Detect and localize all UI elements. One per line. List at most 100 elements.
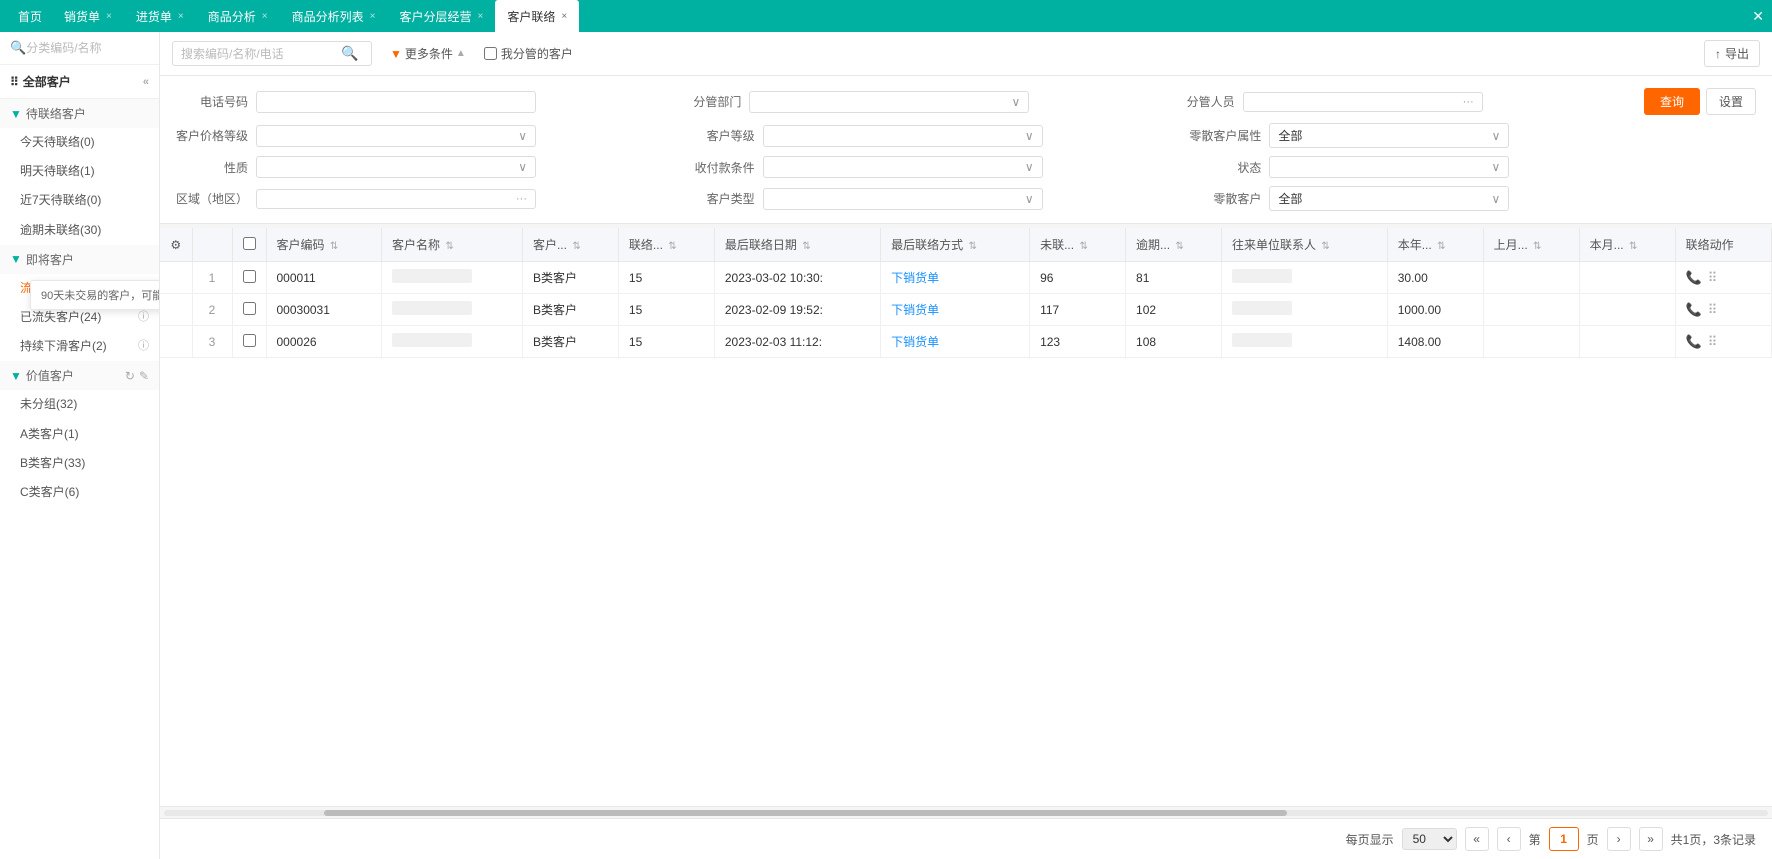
setting-btn[interactable]: 设置 [1706, 88, 1756, 115]
arrow-down-icon-3: ▼ [10, 369, 22, 383]
sidebar-item-declining[interactable]: 持续下滑客户(2) ⓘ [0, 332, 159, 361]
sidebar-search-input[interactable] [26, 41, 160, 55]
next-page-btn[interactable]: › [1607, 827, 1631, 851]
sidebar-all-customers[interactable]: ⠿ 全部客户 « [0, 65, 159, 99]
nature-select[interactable]: ∨ [256, 156, 536, 178]
zero-property-select[interactable]: 全部 ∨ [1269, 123, 1509, 148]
price-level-select[interactable]: ∨ [256, 125, 536, 147]
edit-icon-value[interactable]: ✎ [139, 369, 149, 383]
export-btn[interactable]: ↑ 导出 [1704, 40, 1760, 67]
row-checkbox-0[interactable] [232, 262, 266, 294]
last-page-btn[interactable]: » [1639, 827, 1663, 851]
my-customers-checkbox-area[interactable]: 我分管的客户 [484, 45, 573, 62]
customer-level-select[interactable]: ∨ [763, 125, 1043, 147]
region-select[interactable]: ··· [256, 189, 536, 209]
row-name-0 [382, 262, 523, 294]
horizontal-scrollbar[interactable] [160, 806, 1772, 818]
tab-sales[interactable]: 销货单 × [52, 0, 124, 32]
query-btn[interactable]: 查询 [1644, 88, 1700, 115]
customer-type-select[interactable]: ∨ [763, 188, 1043, 210]
sidebar-group-pending[interactable]: ▼ 待联络客户 [0, 99, 159, 128]
row-checkbox-2[interactable] [232, 326, 266, 358]
close-all-btn[interactable]: ✕ [1752, 8, 1764, 25]
action-contact-icon-2[interactable]: 📞 [1686, 334, 1702, 350]
zero-customer-select[interactable]: 全部 ∨ [1269, 186, 1509, 211]
this-year-column-header[interactable]: 本年... ⇅ [1387, 228, 1483, 262]
manager-select[interactable]: ··· [1243, 92, 1483, 112]
search-submit-icon[interactable]: 🔍 [341, 45, 358, 62]
close-goods-list-tab[interactable]: × [370, 11, 376, 22]
sidebar-item-overdue[interactable]: 逾期未联络(30) [0, 216, 159, 245]
sidebar-item-unclassified[interactable]: 未分组(32) [0, 390, 159, 419]
select-all-checkbox[interactable] [243, 237, 256, 250]
gear-column-header[interactable]: ⚙ [160, 228, 192, 262]
manager-more-btn[interactable]: ··· [1463, 96, 1474, 108]
action-more-icon-1[interactable]: ⠿ [1708, 302, 1718, 318]
sidebar-item-week[interactable]: 近7天待联络(0) [0, 186, 159, 215]
close-customer-segment-tab[interactable]: × [477, 11, 483, 22]
more-filter-btn[interactable]: ▼ 更多条件 ▲ [382, 42, 474, 65]
sidebar-item-type-b[interactable]: B类客户(33) [0, 449, 159, 478]
action-contact-icon-1[interactable]: 📞 [1686, 302, 1702, 318]
sidebar-item-tomorrow[interactable]: 明天待联络(1) [0, 157, 159, 186]
row-overdue-0: 81 [1126, 262, 1222, 294]
close-customer-contact-tab[interactable]: × [561, 11, 567, 22]
sidebar-group-lost[interactable]: ▼ 即将客户 [0, 245, 159, 274]
status-select[interactable]: ∨ [1269, 156, 1509, 178]
code-column-header[interactable]: 客户编码 ⇅ [266, 228, 382, 262]
uncontacted-column-header[interactable]: 未联... ⇅ [1030, 228, 1126, 262]
row-this-year-2: 1408.00 [1387, 326, 1483, 358]
last-method-column-header[interactable]: 最后联络方式 ⇅ [881, 228, 1030, 262]
prev-page-btn[interactable]: ‹ [1497, 827, 1521, 851]
refresh-icon-value[interactable]: ↻ [125, 369, 135, 383]
filter-row-2: 客户价格等级 ∨ 客户等级 ∨ 零散客户属性 [176, 119, 1756, 152]
payment-select[interactable]: ∨ [763, 156, 1043, 178]
contact-column-header[interactable]: 联络... ⇅ [618, 228, 714, 262]
last-date-column-header[interactable]: 最后联络日期 ⇅ [714, 228, 880, 262]
row-last-method-0[interactable]: 下销货单 [881, 262, 1030, 294]
tab-customer-segment[interactable]: 客户分层经营 × [387, 0, 495, 32]
checkbox-column-header[interactable] [232, 228, 266, 262]
sidebar-group-value[interactable]: ▼ 价值客户 ↻ ✎ [0, 361, 159, 390]
first-page-btn[interactable]: « [1465, 827, 1489, 851]
close-purchase-tab[interactable]: × [178, 11, 184, 22]
filter-zero-customer: 零散客户 全部 ∨ [1189, 186, 1676, 211]
close-sales-tab[interactable]: × [106, 11, 112, 22]
action-more-icon-0[interactable]: ⠿ [1708, 270, 1718, 286]
action-contact-icon-0[interactable]: 📞 [1686, 270, 1702, 286]
tab-home[interactable]: 首页 [8, 0, 52, 32]
tab-purchase[interactable]: 进货单 × [124, 0, 196, 32]
tab-goods-analysis[interactable]: 商品分析 × [196, 0, 280, 32]
sidebar-item-type-c[interactable]: C类客户(6) [0, 478, 159, 507]
this-month-column-header[interactable]: 本月... ⇅ [1579, 228, 1675, 262]
scrollbar-thumb[interactable] [324, 810, 1286, 816]
unit-contact-column-header[interactable]: 往来单位联系人 ⇅ [1221, 228, 1387, 262]
search-input[interactable] [181, 47, 341, 61]
tab-goods-analysis-list[interactable]: 商品分析列表 × [280, 0, 388, 32]
dept-select[interactable]: ∨ [749, 91, 1029, 113]
region-more-btn[interactable]: ··· [516, 193, 527, 205]
page-size-select[interactable]: 50 100 200 [1402, 828, 1457, 850]
filter-nature: 性质 ∨ [176, 156, 663, 178]
phone-input[interactable] [256, 91, 536, 113]
category-column-header[interactable]: 客户... ⇅ [522, 228, 618, 262]
row-checkbox-1[interactable] [232, 294, 266, 326]
filter-icon: ▼ [390, 47, 402, 61]
row-last-method-1[interactable]: 下销货单 [881, 294, 1030, 326]
total-label: 共1页，3条记录 [1671, 831, 1756, 848]
tab-customer-contact[interactable]: 客户联络 × [495, 0, 579, 32]
my-customers-checkbox[interactable] [484, 47, 497, 60]
row-last-method-2[interactable]: 下销货单 [881, 326, 1030, 358]
current-page[interactable]: 1 [1549, 827, 1579, 851]
sidebar-item-type-a[interactable]: A类客户(1) [0, 420, 159, 449]
name-column-header[interactable]: 客户名称 ⇅ [382, 228, 523, 262]
sidebar-item-today[interactable]: 今天待联络(0) [0, 128, 159, 157]
row-index-2: 3 [192, 326, 232, 358]
close-goods-analysis-tab[interactable]: × [262, 11, 268, 22]
row-overdue-2: 108 [1126, 326, 1222, 358]
last-month-column-header[interactable]: 上月... ⇅ [1483, 228, 1579, 262]
sidebar-collapse-btn[interactable]: « [143, 76, 149, 88]
overdue-column-header[interactable]: 逾期... ⇅ [1126, 228, 1222, 262]
row-actions-1: 📞 ⠿ [1675, 294, 1771, 326]
action-more-icon-2[interactable]: ⠿ [1708, 334, 1718, 350]
